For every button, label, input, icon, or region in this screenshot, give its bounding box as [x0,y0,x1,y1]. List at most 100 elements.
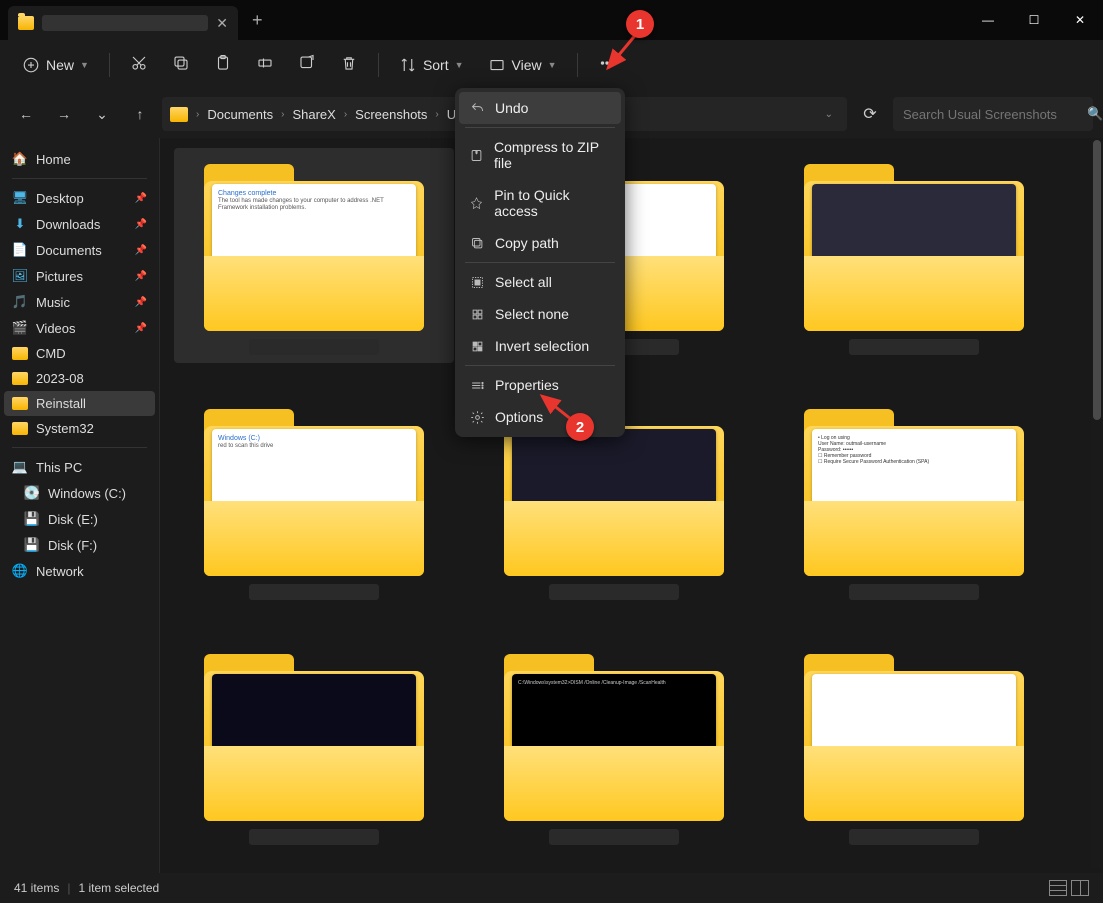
desktop-icon: 🖥 [12,190,28,206]
gear-icon [469,409,485,425]
search-icon: 🔍 [1087,106,1103,122]
menu-select-none[interactable]: Select none [459,298,621,330]
sidebar-downloads[interactable]: ⬇Downloads📌 [4,211,155,237]
breadcrumb-dropdown[interactable]: ⌄ [819,109,839,120]
pc-icon: 💻 [12,459,28,475]
folder-icon [12,397,28,410]
cut-button[interactable] [120,48,158,83]
folder-item[interactable]: Changes completeThe tool has made change… [174,148,454,363]
music-icon: 🎵 [12,294,28,310]
refresh-button[interactable]: ⟳ [853,97,887,131]
chevron-right-icon: › [344,109,347,120]
active-tab[interactable]: ✕ [8,6,238,40]
properties-icon [469,377,485,393]
recent-button[interactable]: ⌄ [86,98,118,130]
folder-icon [18,16,34,30]
window-controls: — ☐ ✕ [965,0,1103,40]
menu-invert[interactable]: Invert selection [459,330,621,362]
folder-item[interactable] [774,638,1054,853]
item-label-redacted [249,584,379,600]
sidebar-home[interactable]: 🏠Home [4,146,155,172]
folder-item[interactable]: Windows (C:)red to scan this drive [174,393,454,608]
sidebar-pictures[interactable]: 🖼Pictures📌 [4,263,155,289]
search-box[interactable]: 🔍 [893,97,1093,131]
menu-options[interactable]: Options [459,401,621,433]
chevron-right-icon: › [281,109,284,120]
new-button[interactable]: New ▼ [12,50,99,80]
breadcrumb-item[interactable]: Documents [203,105,277,124]
tab-title-redacted [42,15,208,31]
folder-item[interactable]: • Log on usingUser Name: outmail-usernam… [774,393,1054,608]
copy-button[interactable] [162,48,200,83]
statusbar: 41 items | 1 item selected [0,873,1103,903]
up-button[interactable]: ↑ [124,98,156,130]
pin-icon: 📌 [135,219,147,230]
menu-undo[interactable]: Undo [459,92,621,124]
close-tab-icon[interactable]: ✕ [216,15,228,32]
content-area[interactable]: Changes completeThe tool has made change… [160,138,1103,873]
sidebar-music[interactable]: 🎵Music📌 [4,289,155,315]
chevron-down-icon: ▼ [455,60,464,70]
details-view-button[interactable] [1049,880,1067,896]
close-button[interactable]: ✕ [1057,0,1103,40]
item-label-redacted [549,584,679,600]
document-icon: 📄 [12,242,28,258]
sidebar-reinstall[interactable]: Reinstall [4,391,155,416]
menu-compress[interactable]: Compress to ZIP file [459,131,621,179]
item-label-redacted [249,339,379,355]
paste-button[interactable] [204,48,242,83]
sidebar-documents[interactable]: 📄Documents📌 [4,237,155,263]
item-label-redacted [549,829,679,845]
forward-button[interactable]: → [48,98,80,130]
sidebar-desktop[interactable]: 🖥Desktop📌 [4,185,155,211]
sort-button[interactable]: Sort ▼ [389,50,474,80]
breadcrumb-item[interactable]: Screenshots [351,105,431,124]
rename-button[interactable] [246,48,284,83]
sidebar-disk-e[interactable]: 💾Disk (E:) [4,506,155,532]
menu-copy-path[interactable]: Copy path [459,227,621,259]
sidebar-disk-f[interactable]: 💾Disk (F:) [4,532,155,558]
drive-icon: 💾 [24,511,40,527]
maximize-button[interactable]: ☐ [1011,0,1057,40]
view-button[interactable]: View ▼ [478,50,567,80]
folder-icon [12,347,28,360]
folder-item[interactable] [774,148,1054,363]
sort-label: Sort [423,57,449,73]
video-icon: 🎬 [12,320,28,336]
thumbnails-view-button[interactable] [1071,880,1089,896]
folder-item[interactable] [174,638,454,853]
chevron-right-icon: › [435,109,438,120]
menu-pin[interactable]: Pin to Quick access [459,179,621,227]
network-icon: 🌐 [12,563,28,579]
scrollbar-thumb[interactable] [1093,140,1101,420]
sidebar-thispc[interactable]: 💻This PC [4,454,155,480]
search-input[interactable] [903,107,1079,122]
annotation-badge-2: 2 [566,413,594,441]
copy-path-icon [469,235,485,251]
pin-icon [469,195,484,211]
home-icon: 🏠 [12,151,28,167]
sidebar-date[interactable]: 2023-08 [4,366,155,391]
back-button[interactable]: ← [10,98,42,130]
pin-icon: 📌 [135,245,147,256]
delete-button[interactable] [330,48,368,83]
toolbar: New ▼ Sort ▼ View ▼ [0,40,1103,90]
sidebar-system32[interactable]: System32 [4,416,155,441]
sidebar-network[interactable]: 🌐Network [4,558,155,584]
new-tab-button[interactable]: + [238,10,277,31]
menu-properties[interactable]: Properties [459,369,621,401]
minimize-button[interactable]: — [965,0,1011,40]
more-context-menu: Undo Compress to ZIP file Pin to Quick a… [455,88,625,437]
folder-item[interactable]: C:\Windows\system32>DISM /Online /Cleanu… [474,638,754,853]
select-all-icon [469,274,485,290]
folder-icon [12,372,28,385]
menu-select-all[interactable]: Select all [459,266,621,298]
more-button[interactable] [588,48,626,83]
sidebar-windows-c[interactable]: 💽Windows (C:) [4,480,155,506]
sidebar-cmd[interactable]: CMD [4,341,155,366]
pictures-icon: 🖼 [12,268,28,284]
sidebar-videos[interactable]: 🎬Videos📌 [4,315,155,341]
pin-icon: 📌 [135,297,147,308]
share-button[interactable] [288,48,326,83]
breadcrumb-item[interactable]: ShareX [288,105,339,124]
